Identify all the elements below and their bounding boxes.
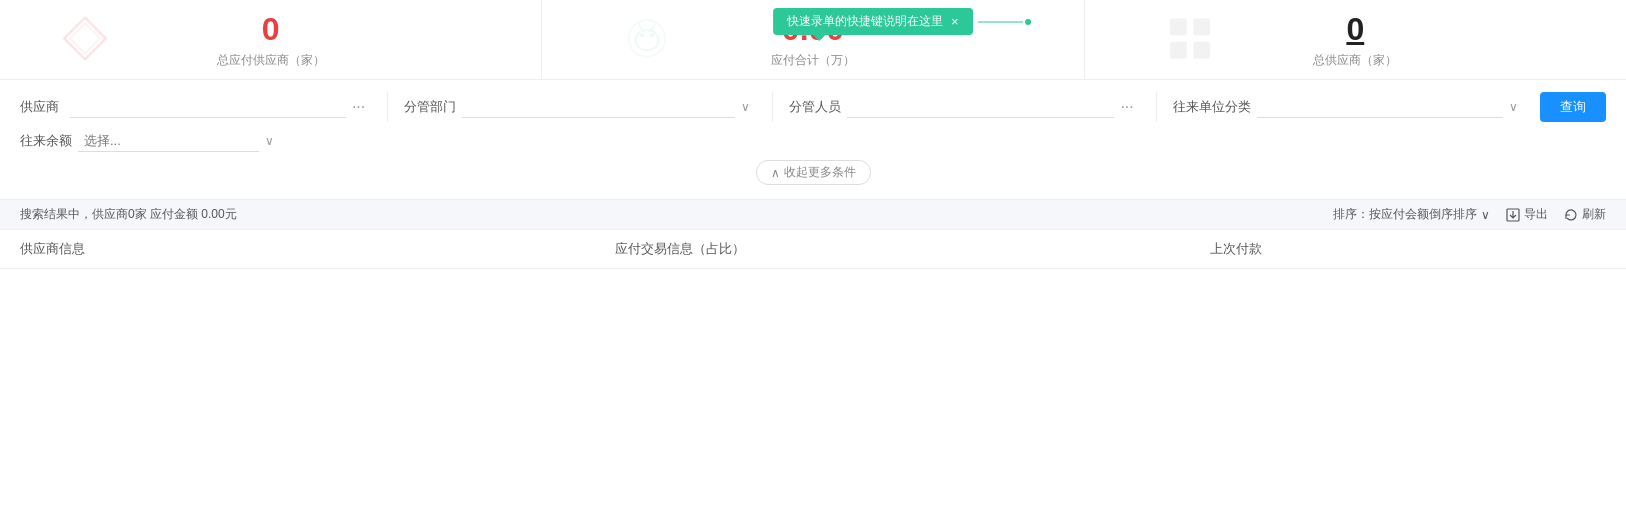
tooltip-close-button[interactable]: × — [951, 15, 959, 28]
supplier-input[interactable] — [70, 96, 346, 118]
refresh-label: 刷新 — [1582, 206, 1606, 223]
tooltip-bubble: 快速录单的快捷键说明在这里 × — [773, 8, 973, 35]
divider-3 — [1156, 92, 1157, 122]
payable-suppliers-number: 0 — [262, 10, 280, 48]
divider-2 — [772, 92, 773, 122]
balance-input-wrapper — [78, 130, 259, 152]
balance-filter: 往来余额 ∨ — [20, 130, 280, 152]
person-filter: 分管人员 ··· — [789, 96, 1140, 118]
collapse-label: 收起更多条件 — [784, 164, 856, 181]
unit-class-input[interactable] — [1257, 96, 1503, 118]
total-suppliers-card: 0 总供应商（家） — [1085, 0, 1626, 79]
result-bar: 搜索结果中，供应商0家 应付金额 0.00元 排序：按应付会额倒序排序 ∨ 导出… — [0, 200, 1626, 230]
supplier-label: 供应商 — [20, 98, 64, 116]
unit-class-filter: 往来单位分类 ∨ — [1173, 96, 1524, 118]
person-dots-button[interactable]: ··· — [1114, 98, 1139, 116]
svg-point-0 — [629, 20, 666, 57]
refresh-icon — [1564, 208, 1578, 222]
supplier-filter: 供应商 ··· — [20, 96, 371, 118]
result-actions: 排序：按应付会额倒序排序 ∨ 导出 刷新 — [1333, 206, 1606, 223]
tooltip-dot — [1023, 17, 1033, 27]
sort-arrow: ∨ — [1481, 208, 1490, 222]
payable-suppliers-card: 0 总应付供应商（家） — [0, 0, 542, 79]
payable-suppliers-label: 总应付供应商（家） — [217, 52, 325, 69]
export-button[interactable]: 导出 — [1506, 206, 1548, 223]
summary-section: 0 总应付供应商（家） 快速录单的快捷键说明在这里 × 0.00 应付合计（万） — [0, 0, 1626, 80]
department-filter: 分管部门 ∨ — [404, 96, 755, 118]
filter-row-2: 往来余额 ∨ — [20, 130, 1606, 152]
svg-rect-6 — [1170, 41, 1187, 58]
table-body — [0, 269, 1626, 515]
divider-1 — [387, 92, 388, 122]
svg-rect-7 — [1193, 41, 1210, 58]
export-label: 导出 — [1524, 206, 1548, 223]
department-input[interactable] — [462, 96, 734, 118]
department-input-wrapper — [462, 96, 734, 118]
query-button[interactable]: 查询 — [1540, 92, 1606, 122]
person-label: 分管人员 — [789, 98, 841, 116]
tooltip-text: 快速录单的快捷键说明在这里 — [787, 13, 943, 30]
grid-icon — [1165, 13, 1215, 66]
collapse-icon: ∧ — [771, 166, 780, 180]
total-suppliers-number: 0 — [1346, 10, 1364, 48]
collapse-row: ∧ 收起更多条件 — [20, 156, 1606, 193]
department-arrow[interactable]: ∨ — [735, 100, 756, 114]
payable-total-label: 应付合计（万） — [771, 52, 855, 69]
filter-row-1: 供应商 ··· 分管部门 ∨ 分管人员 ··· 往来单位分 — [20, 92, 1606, 122]
cat-icon — [622, 13, 672, 66]
refresh-button[interactable]: 刷新 — [1564, 206, 1606, 223]
balance-label: 往来余额 — [20, 132, 72, 150]
person-input-wrapper — [847, 96, 1115, 118]
svg-point-2 — [641, 33, 644, 36]
unit-class-input-wrapper — [1257, 96, 1503, 118]
unit-class-label: 往来单位分类 — [1173, 98, 1251, 116]
table-header: 供应商信息 应付交易信息（占比） 上次付款 — [0, 230, 1626, 269]
balance-arrow[interactable]: ∨ — [259, 134, 280, 148]
svg-point-1 — [636, 30, 659, 50]
col-transaction-header: 应付交易信息（占比） — [615, 240, 1210, 258]
svg-point-3 — [651, 33, 654, 36]
person-input[interactable] — [847, 96, 1115, 118]
svg-rect-4 — [1170, 18, 1187, 35]
total-suppliers-label: 总供应商（家） — [1313, 52, 1397, 69]
col-supplier-info-header: 供应商信息 — [20, 240, 615, 258]
sort-select[interactable]: 排序：按应付会额倒序排序 ∨ — [1333, 206, 1490, 223]
supplier-input-wrapper — [70, 96, 346, 118]
supplier-dots-button[interactable]: ··· — [346, 98, 371, 116]
collapse-button[interactable]: ∧ 收起更多条件 — [756, 160, 871, 185]
department-label: 分管部门 — [404, 98, 456, 116]
tooltip-line — [978, 21, 1028, 22]
filter-bar: 供应商 ··· 分管部门 ∨ 分管人员 ··· 往来单位分 — [0, 80, 1626, 200]
diamond-icon — [60, 13, 110, 66]
export-icon — [1506, 208, 1520, 222]
payable-total-card: 快速录单的快捷键说明在这里 × 0.00 应付合计（万） — [542, 0, 1084, 79]
sort-label: 排序：按应付会额倒序排序 — [1333, 206, 1477, 223]
col-last-payment-header: 上次付款 — [1210, 240, 1607, 258]
result-info: 搜索结果中，供应商0家 应付金额 0.00元 — [20, 206, 237, 223]
unit-class-arrow[interactable]: ∨ — [1503, 100, 1524, 114]
balance-input[interactable] — [78, 130, 259, 152]
svg-rect-5 — [1193, 18, 1210, 35]
